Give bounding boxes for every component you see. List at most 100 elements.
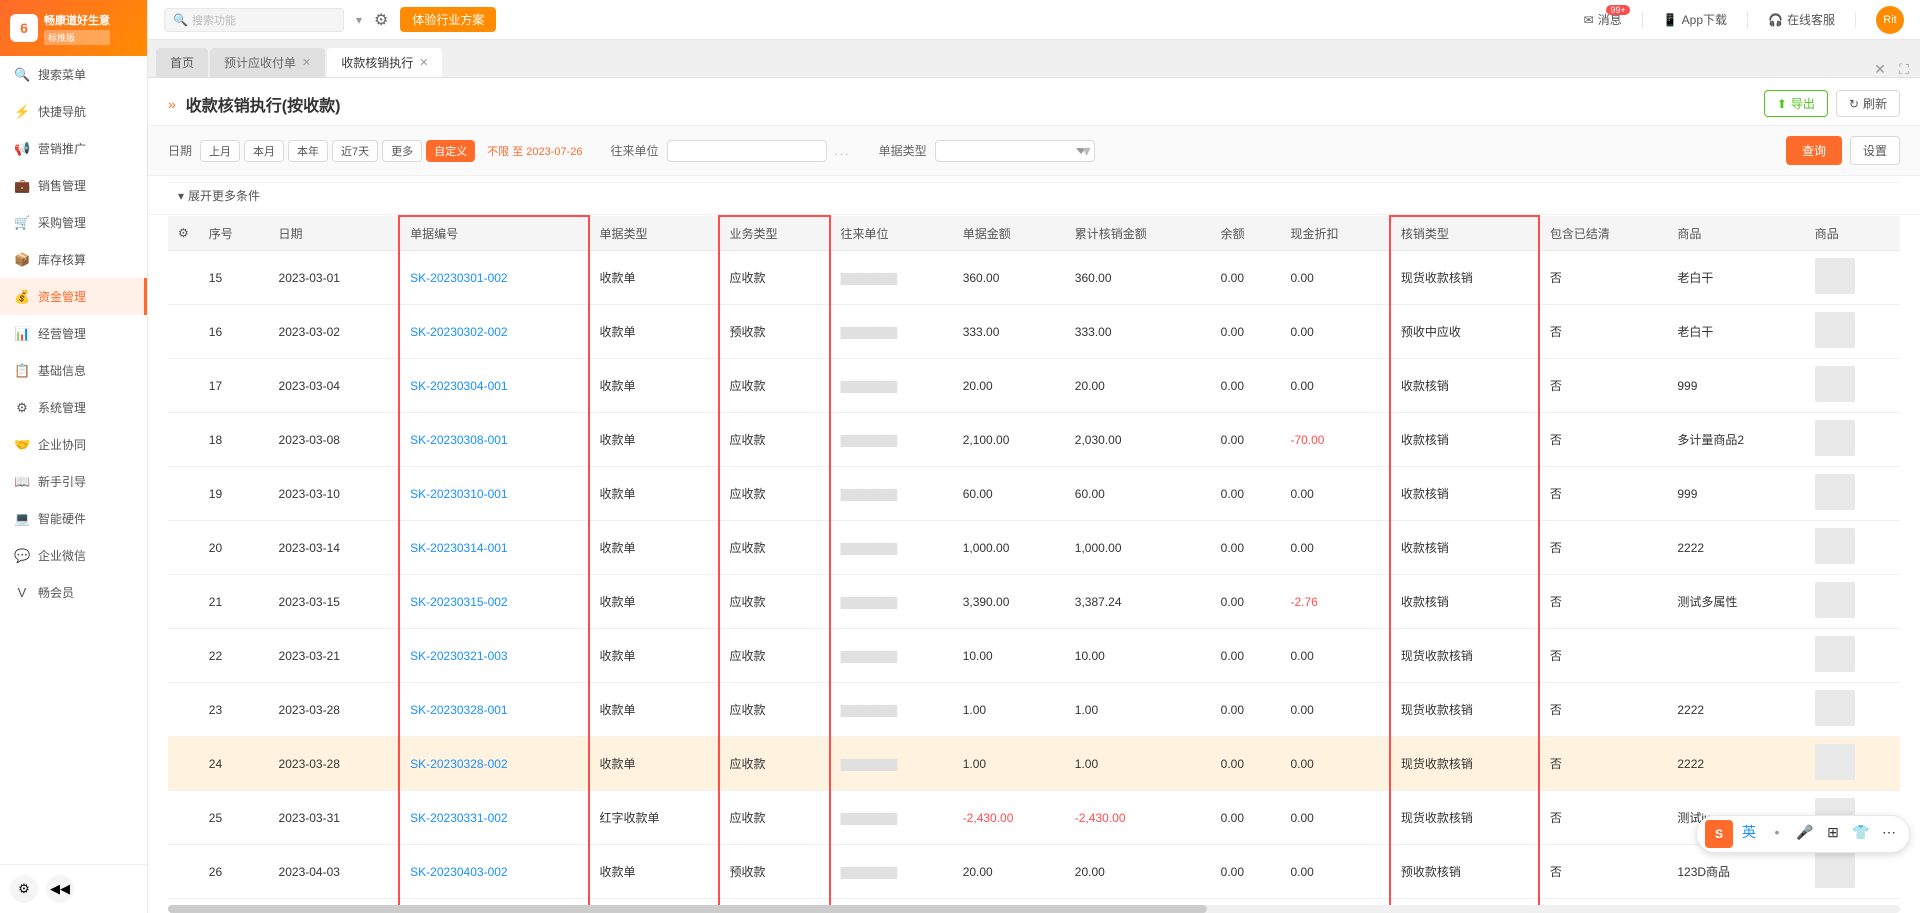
user-avatar[interactable]: Rit [1876,6,1904,34]
col-date: 2023-03-31 [269,791,400,845]
more-dates-btn[interactable]: 更多 [382,140,422,162]
settings-icon[interactable]: ⚙ [10,875,38,903]
this-month-btn[interactable]: 本月 [244,140,284,162]
sidebar-item-营销推广[interactable]: 📢营销推广 [0,130,147,167]
export-button[interactable]: ⬆ 导出 [1764,90,1828,117]
filter-settings-button[interactable]: 设置 [1850,136,1900,165]
scrollbar-thumb[interactable] [168,905,1207,913]
chevron-down-icon: ▾ [356,13,362,27]
col-cash-discount: 0.00 [1280,791,1389,845]
table-row[interactable]: 26 2023-04-03 SK-20230403-002 收款单 预收款 ██… [168,845,1900,899]
sidebar-item-资金管理[interactable]: 💰资金管理 [0,278,147,315]
messages-action[interactable]: ✉ 消息 99+ [1584,11,1622,28]
sidebar-item-库存核算[interactable]: 📦库存核算 [0,241,147,278]
tab-home[interactable]: 首页 [156,48,208,77]
sidebar-item-快捷导航[interactable]: ⚡快捷导航 [0,93,147,130]
voucher-link[interactable]: SK-20230301-002 [410,271,507,285]
voucher-link[interactable]: SK-20230403-002 [410,865,507,879]
sidebar-item-经营管理[interactable]: 📊经营管理 [0,315,147,352]
voucher-link[interactable]: SK-20230304-001 [410,379,507,393]
float-mic-icon[interactable]: 🎤 [1793,820,1817,844]
float-shirt-icon[interactable]: 👕 [1849,820,1873,844]
table-row[interactable]: 17 2023-03-04 SK-20230304-001 收款单 应收款 ██… [168,359,1900,413]
maximize-icon[interactable]: ⛶ [1896,61,1912,77]
app-name: 畅康道好生意 [44,12,110,28]
this-year-btn[interactable]: 本年 [288,140,328,162]
col-acc-amount: 1,000.00 [1065,521,1211,575]
float-more-icon[interactable]: ⋯ [1877,820,1901,844]
col-include-settled: 否 [1539,521,1667,575]
refresh-button[interactable]: ↻ 刷新 [1836,90,1900,117]
sidebar-item-企业协同[interactable]: 🤝企业协同 [0,426,147,463]
voucher-link[interactable]: SK-20230302-002 [410,325,507,339]
sidebar-item-销售管理[interactable]: 💼销售管理 [0,167,147,204]
voucher-link[interactable]: SK-20230321-003 [410,649,507,663]
search-bar[interactable]: 🔍 搜索功能 [164,8,344,32]
sidebar: 6 畅康道好生意 标推版 🔍搜索菜单⚡快捷导航📢营销推广💼销售管理🛒采购管理📦库… [0,0,148,913]
dots-indicator: ... [835,144,851,158]
query-button[interactable]: 查询 [1786,136,1842,165]
table-row[interactable]: 25 2023-03-31 SK-20230331-002 红字收款单 应收款 … [168,791,1900,845]
collapse-icon[interactable]: ◀◀ [46,875,74,903]
expand-filters-btn[interactable]: ▾ 展开更多条件 [168,182,1900,208]
tab-close-payable[interactable]: ✕ [302,56,311,69]
voucher-link[interactable]: SK-20230310-001 [410,487,507,501]
sidebar-item-系统管理[interactable]: ⚙系统管理 [0,389,147,426]
col-customer: ████████ [830,251,953,305]
col-balance: 0.00 [1211,305,1281,359]
sidebar-item-企业微信[interactable]: 💬企业微信 [0,537,147,574]
float-english-btn[interactable]: 英 [1737,820,1761,844]
close-window-icon[interactable]: ✕ [1872,61,1888,77]
expand-sidebar-btn[interactable]: » [168,96,176,112]
table-row[interactable]: 15 2023-03-01 SK-20230301-002 收款单 应收款 ██… [168,251,1900,305]
voucher-link[interactable]: SK-20230331-002 [410,811,507,825]
col-customer: ████████ [830,359,953,413]
last-7days-btn[interactable]: 近7天 [332,140,378,162]
voucher-link[interactable]: SK-20230328-002 [410,757,507,771]
col-goods: 老白干 [1667,305,1804,359]
voucher-link[interactable]: SK-20230314-001 [410,541,507,555]
online-service-action[interactable]: 🎧 在线客服 [1768,11,1835,28]
app-download-action[interactable]: 📱 App下载 [1663,11,1727,28]
col-amount: 10.00 [953,629,1065,683]
last-month-btn[interactable]: 上月 [200,140,240,162]
table-row[interactable]: 18 2023-03-08 SK-20230308-001 收款单 应收款 ██… [168,413,1900,467]
table-row[interactable]: 24 2023-03-28 SK-20230328-002 收款单 应收款 ██… [168,737,1900,791]
col-no-header: 序号 [199,216,269,251]
sidebar-item-采购管理[interactable]: 🛒采购管理 [0,204,147,241]
topbar: 🔍 搜索功能 ▾ ⚙ 体验行业方案 ✉ 消息 99+ 📱 App下载 🎧 在线客… [148,0,1920,40]
customer-input[interactable] [667,140,827,162]
sidebar-item-搜索菜单[interactable]: 🔍搜索菜单 [0,56,147,93]
window-controls: ✕ ⛶ [1872,61,1912,77]
horizontal-scrollbar[interactable] [168,905,1900,913]
tab-verify[interactable]: 收款核销执行 ✕ [327,48,442,77]
table-row[interactable]: 23 2023-03-28 SK-20230328-001 收款单 应收款 ██… [168,683,1900,737]
table-row[interactable]: 22 2023-03-21 SK-20230321-003 收款单 应收款 ██… [168,629,1900,683]
table-row[interactable]: 20 2023-03-14 SK-20230314-001 收款单 应收款 ██… [168,521,1900,575]
tab-payable[interactable]: 预计应收付单 ✕ [210,48,325,77]
table-container[interactable]: ⚙ 序号 日期 单据编号 单据类型 业务类型 往来单位 单据金额 累计核销金额 … [148,215,1920,905]
table-row[interactable]: 21 2023-03-15 SK-20230315-002 收款单 应收款 ██… [168,575,1900,629]
gear-icon[interactable]: ⚙ [374,10,388,30]
custom-date-btn[interactable]: 自定义 [426,140,475,162]
tab-close-verify[interactable]: ✕ [419,56,428,69]
float-dot-btn[interactable]: • [1765,820,1789,844]
solution-button[interactable]: 体验行业方案 [400,7,496,32]
col-verify-type: 收款核销 [1390,575,1539,629]
voucher-link[interactable]: SK-20230328-001 [410,703,507,717]
sidebar-item-基础信息[interactable]: 📋基础信息 [0,352,147,389]
voucher-link[interactable]: SK-20230308-001 [410,433,507,447]
sidebar-item-智能硬件[interactable]: 💻智能硬件 [0,500,147,537]
float-grid-icon[interactable]: ⊞ [1821,820,1845,844]
voucher-link[interactable]: SK-20230315-002 [410,595,507,609]
col-date: 2023-03-15 [269,575,400,629]
sidebar-item-新手引导[interactable]: 📖新手引导 [0,463,147,500]
col-include-settled: 否 [1539,737,1667,791]
sidebar-item-畅会员[interactable]: V畅会员 [0,574,147,611]
float-logo-btn[interactable]: S [1705,820,1733,848]
col-settings-header[interactable]: ⚙ [168,216,199,251]
voucher-type-select[interactable] [935,140,1095,162]
avatar-circle: Rit [1876,6,1904,34]
table-row[interactable]: 16 2023-03-02 SK-20230302-002 收款单 预收款 ██… [168,305,1900,359]
table-row[interactable]: 19 2023-03-10 SK-20230310-001 收款单 应收款 ██… [168,467,1900,521]
